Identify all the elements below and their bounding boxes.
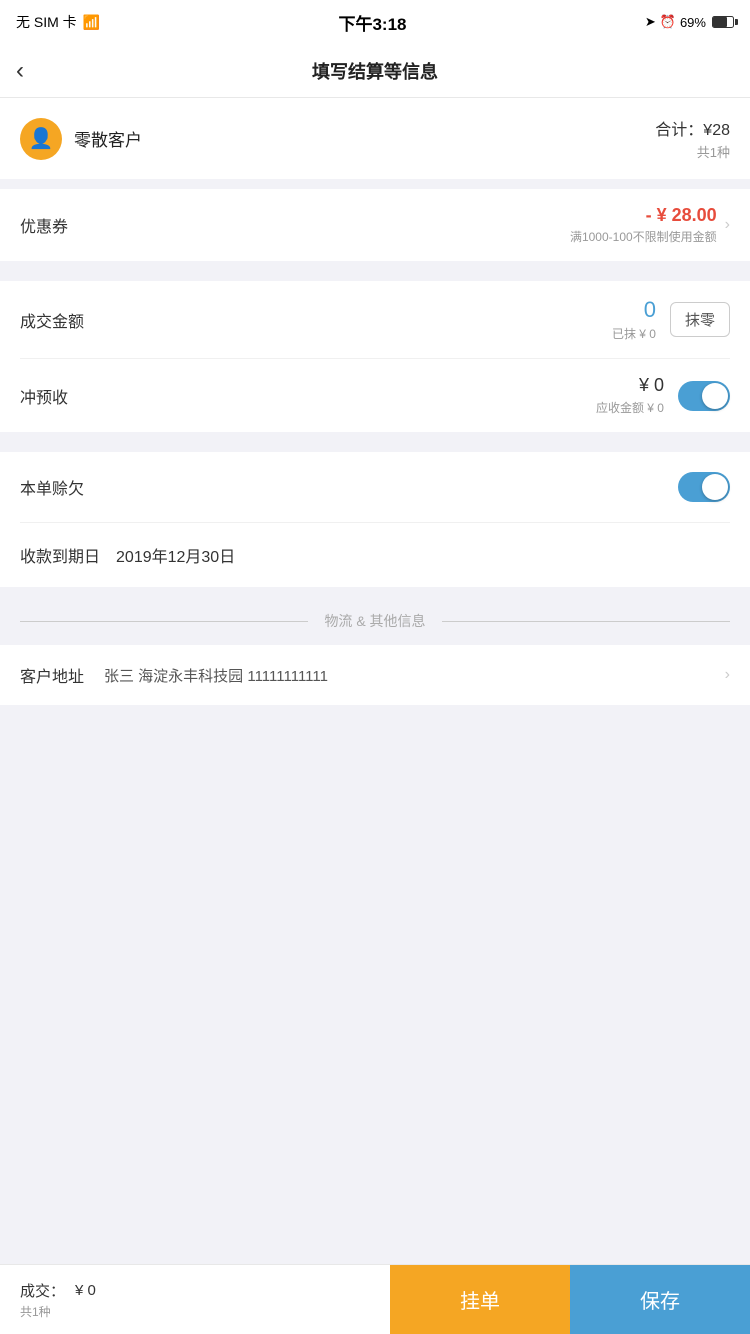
- debit-toggle[interactable]: [678, 472, 730, 502]
- logistics-label: 物流 & 其他信息: [324, 611, 425, 631]
- avatar-icon: 👤: [29, 126, 54, 151]
- due-date-row[interactable]: 收款到期日 2019年12月30日: [0, 523, 750, 587]
- deal-amount-section: 成交金额 0 已抹 ¥ 0 抹零 冲预收 ¥ 0 应收金额 ¥ 0: [0, 281, 750, 432]
- location-icon: ➤: [645, 14, 656, 30]
- status-left: 无 SIM 卡 📶: [16, 12, 100, 32]
- toggle-knob: [702, 383, 728, 409]
- customer-left: 👤 零散客户: [20, 118, 142, 160]
- debit-section: 本单赊欠 收款到期日 2019年12月30日: [0, 452, 750, 587]
- due-date-value: 2019年12月30日: [116, 543, 235, 567]
- bottom-deal-row: 成交： ¥ 0: [20, 1280, 370, 1301]
- prepay-amount: ¥ 0: [596, 375, 664, 396]
- coupon-label: 优惠券: [20, 213, 68, 237]
- bottom-deal-label: 成交：: [20, 1280, 65, 1301]
- address-label: 客户地址: [20, 663, 84, 687]
- customer-avatar: 👤: [20, 118, 62, 160]
- debit-label: 本单赊欠: [20, 475, 84, 499]
- prepay-row: 冲预收 ¥ 0 应收金额 ¥ 0: [0, 359, 750, 432]
- customer-count: 共1种: [655, 142, 730, 161]
- status-time: 下午3:18: [338, 10, 406, 35]
- logistics-line-left: [20, 621, 308, 622]
- coupon-amount: - ¥ 28.00: [570, 205, 717, 226]
- already-rounded-text: 已抹 ¥ 0: [612, 325, 656, 342]
- prepay-label: 冲预收: [20, 384, 68, 408]
- receivable-text: 应收金额 ¥ 0: [596, 399, 664, 416]
- status-bar: 无 SIM 卡 📶 下午3:18 ➤ ⏰ 69%: [0, 0, 750, 44]
- page-padding: [0, 715, 750, 795]
- debit-toggle-knob: [702, 474, 728, 500]
- debit-row: 本单赊欠: [0, 452, 750, 522]
- carrier-text: 无 SIM 卡: [16, 12, 77, 32]
- customer-section: 👤 零散客户 合计：¥28 共1种: [0, 98, 750, 179]
- customer-total: 合计：¥28: [655, 116, 730, 140]
- separator-1: [0, 271, 750, 281]
- coupon-right-text: - ¥ 28.00 满1000-100不限制使用金额: [570, 205, 717, 245]
- bottom-deal-amount: ¥ 0: [75, 1282, 96, 1299]
- bottom-info: 成交： ¥ 0 共1种: [0, 1280, 390, 1320]
- prepay-toggle[interactable]: [678, 381, 730, 411]
- battery-icon: [712, 16, 734, 28]
- customer-right: 合计：¥28 共1种: [655, 116, 730, 161]
- customer-name: 零散客户: [74, 126, 142, 151]
- coupon-desc: 满1000-100不限制使用金额: [570, 228, 717, 245]
- prepay-right: ¥ 0 应收金额 ¥ 0: [596, 375, 730, 416]
- save-button[interactable]: 保存: [570, 1265, 750, 1334]
- coupon-chevron-icon: ›: [725, 216, 730, 234]
- nav-bar: ‹ 填写结算等信息: [0, 44, 750, 98]
- deal-amount-col: 0 已抹 ¥ 0: [612, 297, 656, 342]
- hold-button[interactable]: 挂单: [390, 1265, 570, 1334]
- logistics-header: 物流 & 其他信息: [0, 597, 750, 645]
- coupon-row[interactable]: 优惠券 - ¥ 28.00 满1000-100不限制使用金额 ›: [0, 189, 750, 261]
- deal-amount-row: 成交金额 0 已抹 ¥ 0 抹零: [0, 281, 750, 358]
- logistics-line-right: [442, 621, 730, 622]
- due-date-label: 收款到期日: [20, 543, 100, 567]
- address-chevron-icon: ›: [725, 666, 730, 684]
- nav-title: 填写结算等信息: [312, 58, 438, 84]
- address-value: 张三 海淀永丰科技园 11111111111: [104, 665, 725, 686]
- status-right: ➤ ⏰ 69%: [645, 14, 734, 30]
- deal-amount-label: 成交金额: [20, 308, 84, 332]
- prepay-amount-col: ¥ 0 应收金额 ¥ 0: [596, 375, 664, 416]
- coupon-section: 优惠券 - ¥ 28.00 满1000-100不限制使用金额 ›: [0, 189, 750, 261]
- coupon-right: - ¥ 28.00 满1000-100不限制使用金额 ›: [570, 205, 730, 245]
- back-button[interactable]: ‹: [16, 57, 24, 85]
- separator-2: [0, 442, 750, 452]
- battery-percent: 69%: [680, 15, 706, 30]
- wifi-icon: 📶: [83, 14, 100, 31]
- address-section: 客户地址 张三 海淀永丰科技园 11111111111 ›: [0, 645, 750, 705]
- round-zero-button[interactable]: 抹零: [670, 302, 730, 337]
- deal-amount-right: 0 已抹 ¥ 0 抹零: [612, 297, 730, 342]
- alarm-icon: ⏰: [660, 14, 676, 30]
- bottom-bar: 成交： ¥ 0 共1种 挂单 保存: [0, 1264, 750, 1334]
- deal-amount-value[interactable]: 0: [612, 297, 656, 323]
- bottom-count: 共1种: [20, 1303, 370, 1320]
- customer-row: 👤 零散客户 合计：¥28 共1种: [0, 98, 750, 179]
- address-row[interactable]: 客户地址 张三 海淀永丰科技园 11111111111 ›: [0, 645, 750, 705]
